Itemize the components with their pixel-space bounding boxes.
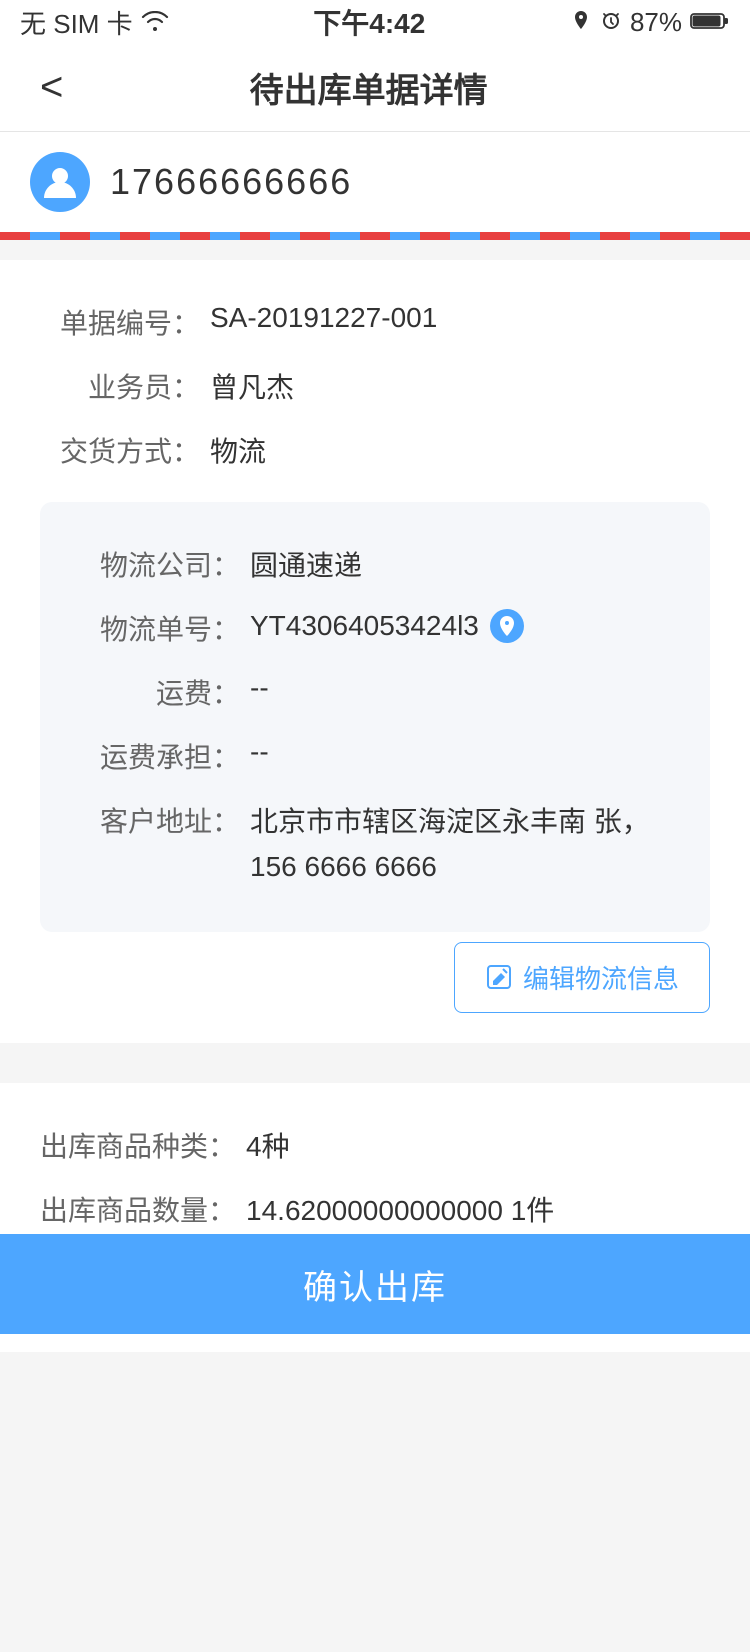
confirm-outbound-button[interactable]: 确认出库 — [0, 1234, 750, 1334]
type-label: 出库商品种类： — [40, 1125, 236, 1165]
doc-no-row: 单据编号： SA-20191227-001 — [40, 290, 710, 354]
status-right: 87% — [570, 7, 730, 38]
status-bar: 无 SIM 卡 下午4:42 87% — [0, 0, 750, 44]
spacer-1 — [0, 1043, 750, 1063]
customer-header: 17666666666 — [0, 132, 750, 232]
customer-phone: 17666666666 — [110, 161, 352, 203]
delivery-label: 交货方式： — [40, 430, 200, 470]
main-content: 17666666666 单据编号： SA-20191227-001 业务员： 曾… — [0, 132, 750, 1652]
status-left: 无 SIM 卡 — [20, 4, 169, 41]
customer-avatar — [30, 152, 90, 212]
doc-no-label: 单据编号： — [40, 302, 200, 342]
company-label: 物流公司： — [80, 544, 240, 584]
delivery-value: 物流 — [210, 430, 710, 470]
battery-text: 87% — [630, 7, 682, 38]
type-value: 4种 — [246, 1125, 710, 1165]
nav-bar: < 待出库单据详情 — [0, 44, 750, 132]
address-value: 北京市市辖区海淀区永丰南 张，156 6666 6666 — [250, 800, 670, 890]
delivery-row: 交货方式： 物流 — [40, 418, 710, 482]
salesperson-label: 业务员： — [40, 366, 200, 406]
order-info-section: 单据编号： SA-20191227-001 业务员： 曾凡杰 交货方式： 物流 … — [0, 260, 750, 1043]
edit-logistics-button[interactable]: 编辑物流信息 — [454, 942, 710, 1013]
page-title: 待出库单据详情 — [73, 63, 664, 112]
stripe-bar — [0, 232, 750, 240]
tracking-label: 物流单号： — [80, 608, 240, 648]
address-row: 客户地址： 北京市市辖区海淀区永丰南 张，156 6666 6666 — [80, 788, 670, 902]
freight-row: 运费： -- — [80, 660, 670, 724]
edit-btn-container: 编辑物流信息 — [40, 932, 710, 1013]
location-icon — [570, 7, 592, 38]
type-row: 出库商品种类： 4种 — [40, 1113, 710, 1177]
doc-no-value: SA-20191227-001 — [210, 302, 710, 334]
battery-icon — [690, 7, 730, 38]
freight-bear-row: 运费承担： -- — [80, 724, 670, 788]
logistics-card: 物流公司： 圆通速递 物流单号： YT43064053424l3 运费： -- … — [40, 502, 710, 932]
salesperson-value: 曾凡杰 — [210, 366, 710, 406]
tracking-row: 物流单号： YT43064053424l3 — [80, 596, 670, 660]
status-time: 下午4:42 — [313, 2, 425, 42]
salesperson-row: 业务员： 曾凡杰 — [40, 354, 710, 418]
address-label: 客户地址： — [80, 800, 240, 840]
freight-label: 运费： — [80, 672, 240, 712]
freight-value: -- — [250, 672, 670, 704]
quantity-label: 出库商品数量： — [40, 1189, 236, 1229]
company-row: 物流公司： 圆通速递 — [80, 532, 670, 596]
quantity-value: 14.62000000000000 1件 — [246, 1189, 710, 1229]
freight-bear-value: -- — [250, 736, 670, 768]
back-button[interactable]: < — [30, 55, 73, 120]
freight-bear-label: 运费承担： — [80, 736, 240, 776]
quantity-row: 出库商品数量： 14.62000000000000 1件 — [40, 1177, 710, 1241]
bottom-spacer — [0, 1352, 750, 1552]
alarm-icon — [600, 7, 622, 38]
tracking-value: YT43064053424l3 — [250, 608, 670, 644]
carrier-text: 无 SIM 卡 — [20, 4, 133, 41]
company-value: 圆通速递 — [250, 544, 670, 584]
wifi-icon — [141, 7, 169, 38]
